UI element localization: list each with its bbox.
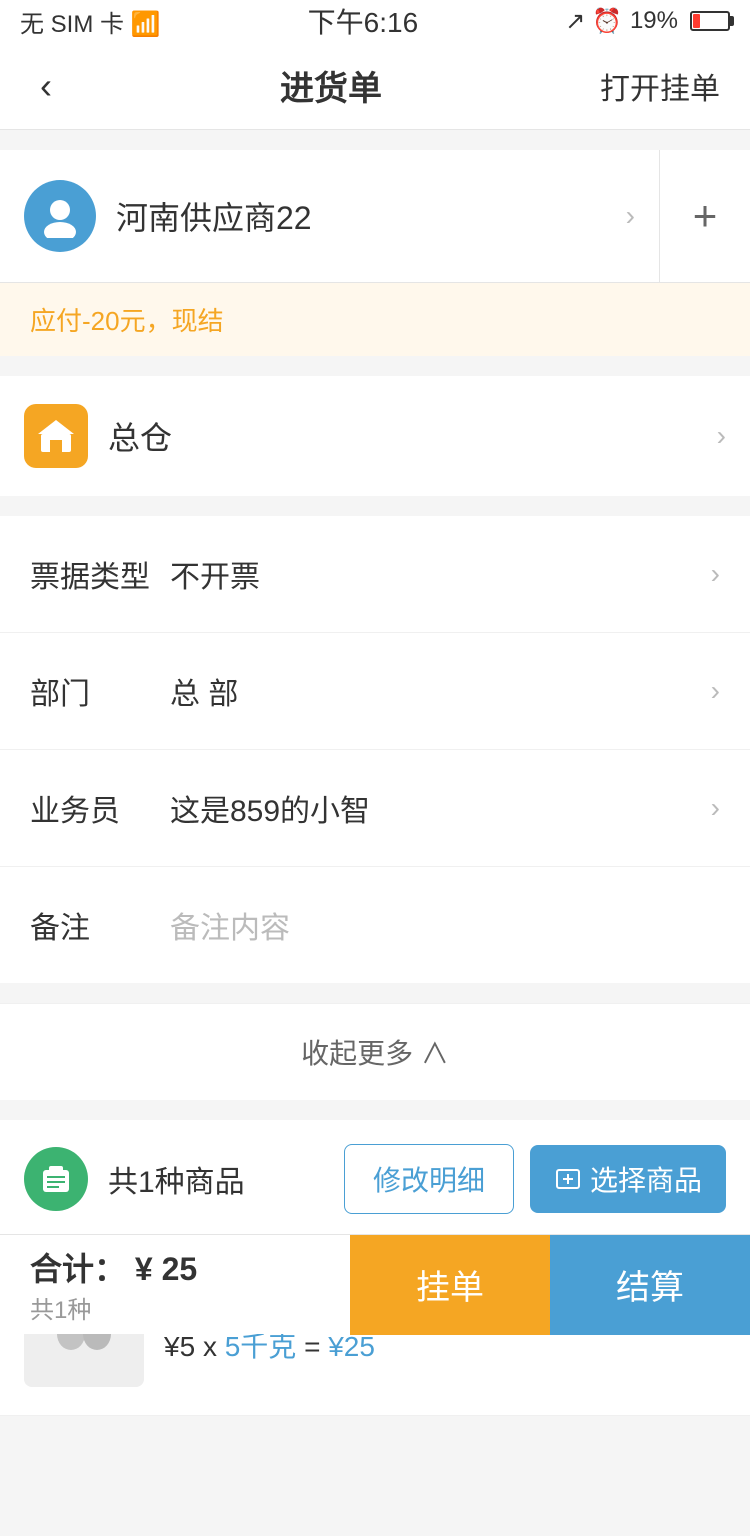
status-battery: ↗ ⏰ 19% (565, 7, 730, 36)
invoice-value: 不开票 (150, 552, 701, 596)
supplier-name: 河南供应商22 (116, 193, 616, 239)
invoice-label: 票据类型 (30, 552, 150, 596)
checkout-button[interactable]: 结算 (550, 1235, 750, 1335)
page-title: 进货单 (280, 61, 382, 110)
battery-icon (690, 11, 730, 31)
supplier-avatar (24, 180, 96, 252)
invoice-chevron-icon: › (711, 558, 720, 590)
nav-bar: ‹ 进货单 打开挂单 (0, 42, 750, 130)
product-header: 共1种商品 修改明细 选择商品 (0, 1120, 750, 1239)
battery-percentage: 19% (630, 7, 678, 35)
total-label: 合计： (30, 1251, 126, 1287)
status-time: 下午6:16 (308, 1, 419, 41)
select-product-label: 选择商品 (590, 1159, 702, 1199)
modify-detail-button[interactable]: 修改明细 (344, 1144, 514, 1214)
product-quantity: 5千克 (225, 1331, 297, 1362)
supplier-section: 河南供应商22 › + (0, 150, 750, 283)
add-supplier-button[interactable]: + (660, 192, 750, 240)
back-button[interactable]: ‹ (30, 55, 62, 117)
collapse-button[interactable]: 收起更多 ∧ (0, 1003, 750, 1100)
warehouse-name: 总仓 (108, 413, 707, 459)
status-bar: 无 SIM 卡 📶 下午6:16 ↗ ⏰ 19% (0, 0, 750, 42)
notice-bar: 应付-20元，现结 (0, 283, 750, 356)
total-count: 共1种 (30, 1290, 320, 1325)
department-row[interactable]: 部门 总 部 › (0, 633, 750, 750)
note-placeholder: 备注内容 (150, 903, 720, 947)
collapse-label: 收起更多 ∧ (301, 1038, 449, 1069)
department-label: 部门 (30, 669, 150, 713)
total-value: ¥ 25 (135, 1251, 197, 1287)
warehouse-chevron-icon: › (717, 420, 726, 452)
bottom-bar: 合计： ¥ 25 共1种 挂单 结算 (0, 1234, 750, 1334)
salesperson-chevron-icon: › (711, 792, 720, 824)
department-value: 总 部 (150, 669, 701, 713)
bottom-spacer (0, 1416, 750, 1536)
invoice-row[interactable]: 票据类型 不开票 › (0, 516, 750, 633)
product-total: ¥25 (328, 1331, 375, 1362)
salesperson-row[interactable]: 业务员 这是859的小智 › (0, 750, 750, 867)
total-amount: 合计： ¥ 25 (30, 1244, 320, 1290)
supplier-select[interactable]: 河南供应商22 › (0, 150, 660, 282)
notice-text: 应付-20元，现结 (30, 306, 224, 336)
chevron-right-icon: › (626, 200, 635, 232)
gap-1 (0, 130, 750, 150)
open-hangup-button[interactable]: 打开挂单 (600, 64, 720, 108)
status-signal: 无 SIM 卡 📶 (20, 4, 161, 39)
form-section: 票据类型 不开票 › 部门 总 部 › 业务员 这是859的小智 › 备注 备注… (0, 516, 750, 983)
note-label: 备注 (30, 903, 150, 947)
warehouse-section[interactable]: 总仓 › (0, 376, 750, 496)
note-row[interactable]: 备注 备注内容 (0, 867, 750, 983)
total-section: 合计： ¥ 25 共1种 (0, 1244, 350, 1325)
warehouse-icon (24, 404, 88, 468)
department-chevron-icon: › (711, 675, 720, 707)
salesperson-label: 业务员 (30, 786, 150, 830)
product-count-text: 共1种商品 (108, 1157, 344, 1201)
hangup-button[interactable]: 挂单 (350, 1235, 550, 1335)
product-unit-price: ¥5 (164, 1331, 195, 1362)
salesperson-value: 这是859的小智 (150, 786, 701, 830)
select-product-button[interactable]: 选择商品 (530, 1145, 726, 1213)
product-count-icon (24, 1147, 88, 1211)
